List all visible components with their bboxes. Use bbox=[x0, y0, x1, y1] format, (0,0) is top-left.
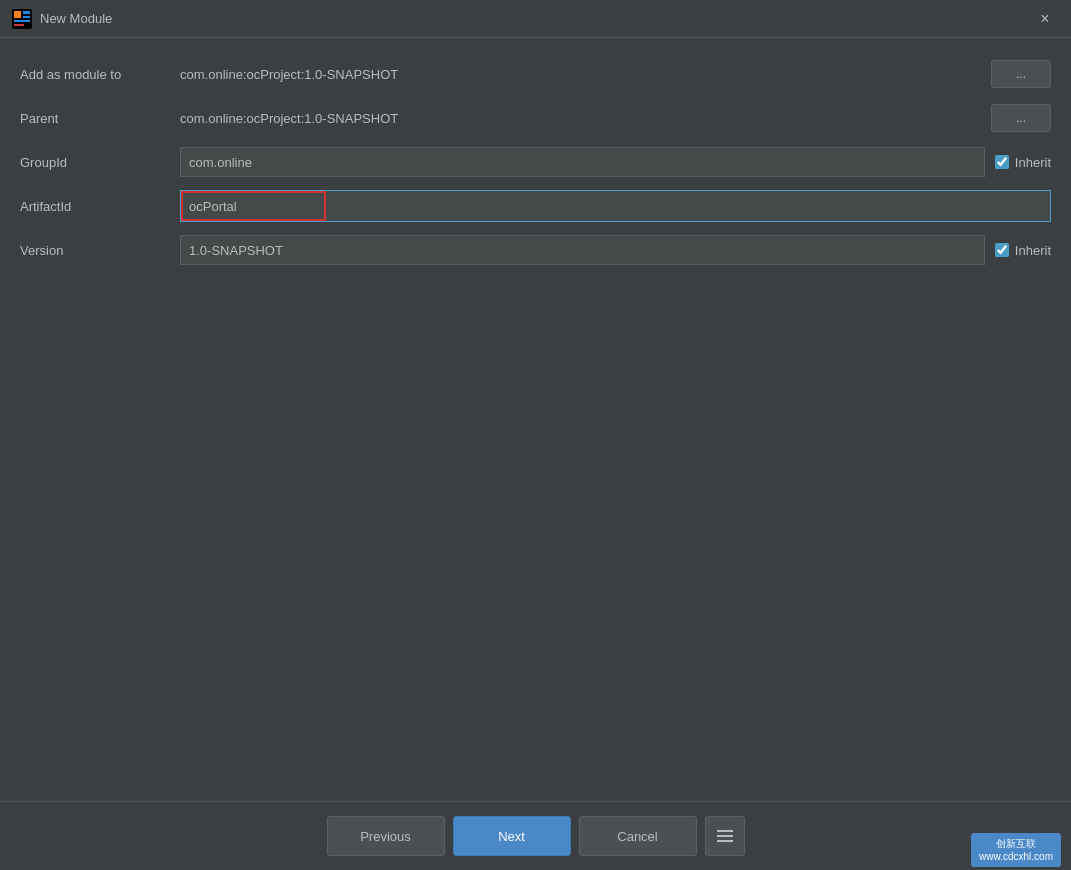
version-input[interactable] bbox=[180, 235, 985, 265]
group-id-row: GroupId Inherit bbox=[20, 146, 1051, 178]
previous-button[interactable]: Previous bbox=[327, 816, 445, 856]
new-module-dialog: New Module × Add as module to com.online… bbox=[0, 0, 1071, 870]
version-inherit-checkbox[interactable] bbox=[995, 243, 1009, 257]
next-button[interactable]: Next bbox=[453, 816, 571, 856]
group-id-label: GroupId bbox=[20, 155, 180, 170]
dialog-title: New Module bbox=[40, 11, 1031, 26]
svg-rect-4 bbox=[14, 20, 30, 22]
version-label: Version bbox=[20, 243, 180, 258]
close-button[interactable]: × bbox=[1031, 5, 1059, 33]
group-id-inherit-group: Inherit bbox=[995, 155, 1051, 170]
svg-rect-3 bbox=[23, 16, 30, 18]
add-as-module-row: Add as module to com.online:ocProject:1.… bbox=[20, 58, 1051, 90]
parent-value: com.online:ocProject:1.0-SNAPSHOT bbox=[180, 111, 981, 126]
svg-rect-2 bbox=[23, 11, 30, 14]
dialog-content: Add as module to com.online:ocProject:1.… bbox=[0, 38, 1071, 801]
parent-browse-button[interactable]: ... bbox=[991, 104, 1051, 132]
extra-button[interactable] bbox=[705, 816, 745, 856]
add-as-module-value: com.online:ocProject:1.0-SNAPSHOT bbox=[180, 67, 981, 82]
watermark-text: 创新互联 www.cdcxhl.com bbox=[971, 833, 1061, 867]
svg-rect-5 bbox=[14, 24, 24, 26]
svg-rect-6 bbox=[717, 830, 733, 832]
group-id-inherit-label: Inherit bbox=[1015, 155, 1051, 170]
artifact-id-label: ArtifactId bbox=[20, 199, 180, 214]
version-inherit-label: Inherit bbox=[1015, 243, 1051, 258]
svg-rect-7 bbox=[717, 835, 733, 837]
parent-row: Parent com.online:ocProject:1.0-SNAPSHOT… bbox=[20, 102, 1051, 134]
parent-label: Parent bbox=[20, 111, 180, 126]
watermark-badge: 创新互联 www.cdcxhl.com bbox=[971, 830, 1061, 870]
artifact-id-row: ArtifactId bbox=[20, 190, 1051, 222]
content-spacer bbox=[20, 278, 1051, 781]
title-bar: New Module × bbox=[0, 0, 1071, 38]
group-id-input[interactable] bbox=[180, 147, 985, 177]
add-as-module-label: Add as module to bbox=[20, 67, 180, 82]
artifact-id-container bbox=[180, 190, 1051, 222]
app-logo-icon bbox=[12, 9, 32, 29]
artifact-id-extra-input[interactable] bbox=[326, 191, 1050, 221]
add-as-module-browse-button[interactable]: ... bbox=[991, 60, 1051, 88]
svg-rect-1 bbox=[14, 11, 21, 18]
group-id-inherit-checkbox[interactable] bbox=[995, 155, 1009, 169]
dialog-footer: Previous Next Cancel 创新互联 www.cdcxhl.com bbox=[0, 801, 1071, 870]
svg-rect-8 bbox=[717, 840, 733, 842]
version-row: Version Inherit bbox=[20, 234, 1051, 266]
artifact-id-input[interactable] bbox=[181, 191, 326, 221]
version-inherit-group: Inherit bbox=[995, 243, 1051, 258]
cancel-button[interactable]: Cancel bbox=[579, 816, 697, 856]
